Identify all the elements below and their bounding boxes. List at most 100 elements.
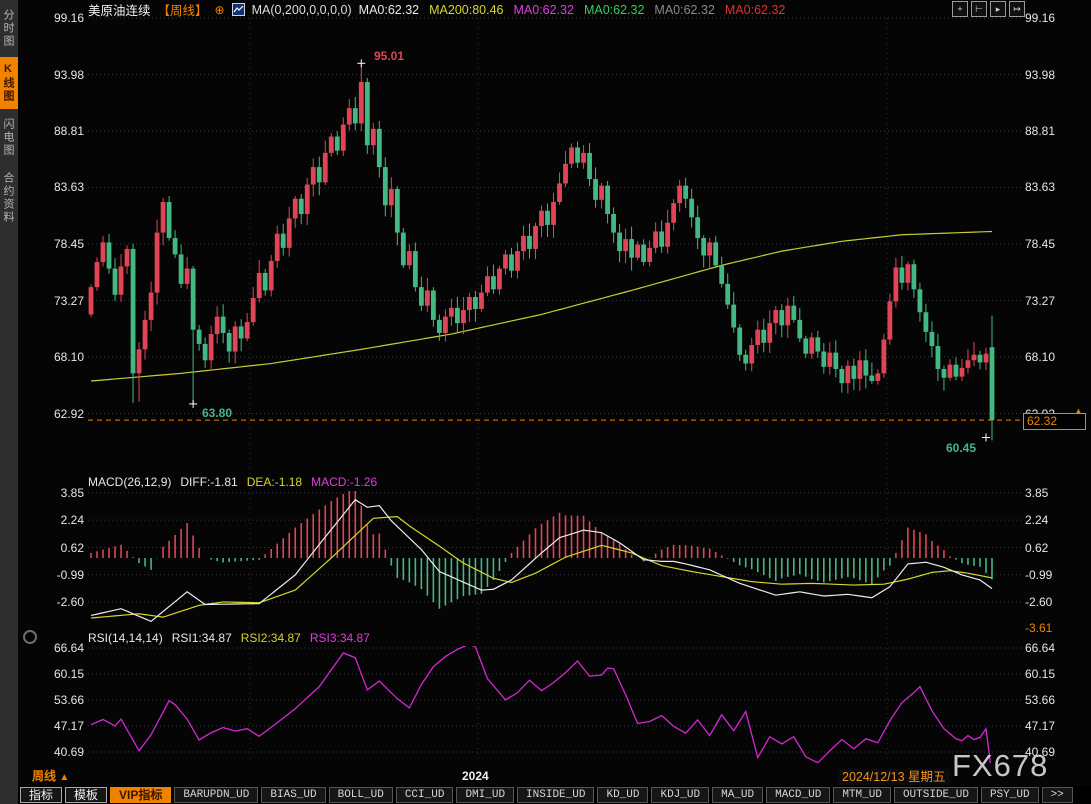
y-axis-scale-icon[interactable]: ⊢ <box>971 1 987 17</box>
x-axis-scale-icon[interactable]: ▸ <box>990 1 1006 17</box>
candle-body <box>905 264 911 283</box>
candle-body <box>178 254 184 284</box>
axis-tick-label: 40.69 <box>53 745 84 759</box>
rsi-panel <box>90 646 992 763</box>
indicator-tab[interactable]: CCI_UD <box>395 787 454 803</box>
candle-body <box>268 260 274 291</box>
candle-body <box>418 287 424 306</box>
candle-body <box>467 296 472 311</box>
axis-tick-label: 60.15 <box>1025 667 1056 681</box>
axis-tick-label: 78.45 <box>1025 237 1056 252</box>
indicator-tab[interactable]: BOLL_UD <box>328 787 393 803</box>
indicator-tab-bar: 指标 模板 VIP指标 BARUPDN_UD BIAS_UD BOLL_UD CCI_UD D… <box>18 786 1091 804</box>
candlestick-chart[interactable] <box>0 0 1091 804</box>
candle-body <box>424 290 430 306</box>
candle-body <box>400 232 406 266</box>
candle-body <box>791 305 797 320</box>
candle-body <box>509 254 514 271</box>
candle-body <box>322 152 328 183</box>
low-annotation-1: 63.80 <box>202 406 233 420</box>
candle-body <box>893 267 899 302</box>
sidebar-item-active[interactable]: K线图 <box>0 57 18 109</box>
indicator-tab[interactable]: BIAS_UD <box>261 787 326 803</box>
candle-body <box>749 344 755 364</box>
low-annotation-2: 60.45 <box>946 441 977 455</box>
candle-body <box>485 276 490 293</box>
candle-body <box>815 337 821 352</box>
candle-body <box>641 244 647 263</box>
sidebar-item-inactive[interactable]: 分时图 <box>0 3 18 54</box>
tabs-overflow-button[interactable]: >> <box>1041 787 1073 803</box>
candle-body <box>839 368 845 384</box>
candle-body <box>671 203 677 223</box>
indicator-tab[interactable]: 指标 <box>20 787 63 803</box>
ma-values: MA0:62.32 MA200:80.46 MA0:62.32 MA0:62.32 MA… <box>359 3 786 17</box>
candle-body <box>136 349 142 374</box>
indicator-tab[interactable]: KDJ_UD <box>651 787 710 803</box>
add-indicator-icon[interactable]: ⊕ <box>215 3 225 17</box>
indicator-tab[interactable]: 模板 <box>65 787 108 803</box>
chart-thumbnail-icon[interactable] <box>231 3 245 16</box>
candle-body <box>647 247 653 263</box>
candle-body <box>461 310 466 324</box>
candle-body <box>731 304 737 328</box>
indicator-tab[interactable]: INSIDE_UD <box>517 787 595 803</box>
axis-tick-label: 88.81 <box>1025 123 1056 138</box>
axis-tick-label: 47.17 <box>53 719 84 734</box>
candle-body <box>473 296 478 309</box>
axis-tick-label: 2.24 <box>1025 513 1049 528</box>
indicator-tab[interactable]: VIP指标 <box>110 787 172 803</box>
candle-body <box>503 254 508 269</box>
indicator-tab[interactable]: KD_UD <box>597 787 649 803</box>
period-indicator[interactable]: 周线 ▲ <box>32 769 69 785</box>
candle-body <box>737 327 743 355</box>
sidebar-item-inactive[interactable]: 合约资料 <box>0 166 18 230</box>
sidebar-item-inactive[interactable]: 闪电图 <box>0 112 18 163</box>
candle-body <box>845 365 851 384</box>
candle-body <box>298 198 304 215</box>
candle-body <box>983 353 989 363</box>
indicator-tab[interactable]: PSY_UD <box>980 787 1039 803</box>
ma-value-label: MA0:62.32 <box>358 2 420 17</box>
indicator-tab[interactable]: MA_UD <box>712 787 764 803</box>
axis-tick-label: 60.15 <box>53 667 84 681</box>
diff-line <box>90 498 993 622</box>
chart-toolbar: + ⊢ ▸ ↦ <box>949 1 1025 17</box>
candle-body <box>947 364 953 378</box>
year-axis-label: 2024 <box>462 769 489 783</box>
axis-tick-label: 93.98 <box>1025 67 1056 82</box>
candle-body <box>797 319 803 339</box>
candle-body <box>316 167 322 183</box>
pane-collapse-icon[interactable] <box>23 630 37 644</box>
candle-body <box>436 319 442 333</box>
candle-body <box>184 268 190 284</box>
axis-tick-label: 3.85 <box>1025 485 1049 500</box>
ma-value-label: MA0:62.32 <box>654 2 715 17</box>
indicator-tab[interactable]: MTM_UD <box>833 787 891 803</box>
candle-body <box>563 163 568 184</box>
candle-body <box>256 272 262 299</box>
candle-body <box>328 136 334 153</box>
ma-value-label: MA0:62.32 <box>724 2 786 17</box>
candle-body <box>665 222 671 247</box>
candle-body <box>130 248 136 374</box>
indicator-tab[interactable]: BARUPDN_UD <box>174 787 259 803</box>
candle-body <box>358 81 364 124</box>
candle-body <box>971 354 977 361</box>
axis-tick-label: 0.62 <box>60 540 84 555</box>
indicator-tab[interactable]: MACD_UD <box>766 787 831 803</box>
macd-macd-value: MACD:-1.26 <box>311 475 378 489</box>
rsi1-value: RSI1:34.87 <box>171 631 232 645</box>
ma200-line <box>90 230 993 382</box>
indicator-tab[interactable]: OUTSIDE_UD <box>893 787 978 803</box>
crosshair-icon[interactable]: + <box>952 1 968 17</box>
candle-body <box>743 354 749 364</box>
axis-tick-label: -0.99 <box>56 567 84 582</box>
candle-body <box>785 305 791 326</box>
indicator-tab[interactable]: DMI_UD <box>456 787 515 803</box>
candle-body <box>208 334 214 361</box>
candle-body <box>677 185 683 204</box>
candle-body <box>953 364 959 377</box>
detach-window-icon[interactable]: ↦ <box>1009 1 1025 17</box>
candle-body <box>593 179 598 200</box>
